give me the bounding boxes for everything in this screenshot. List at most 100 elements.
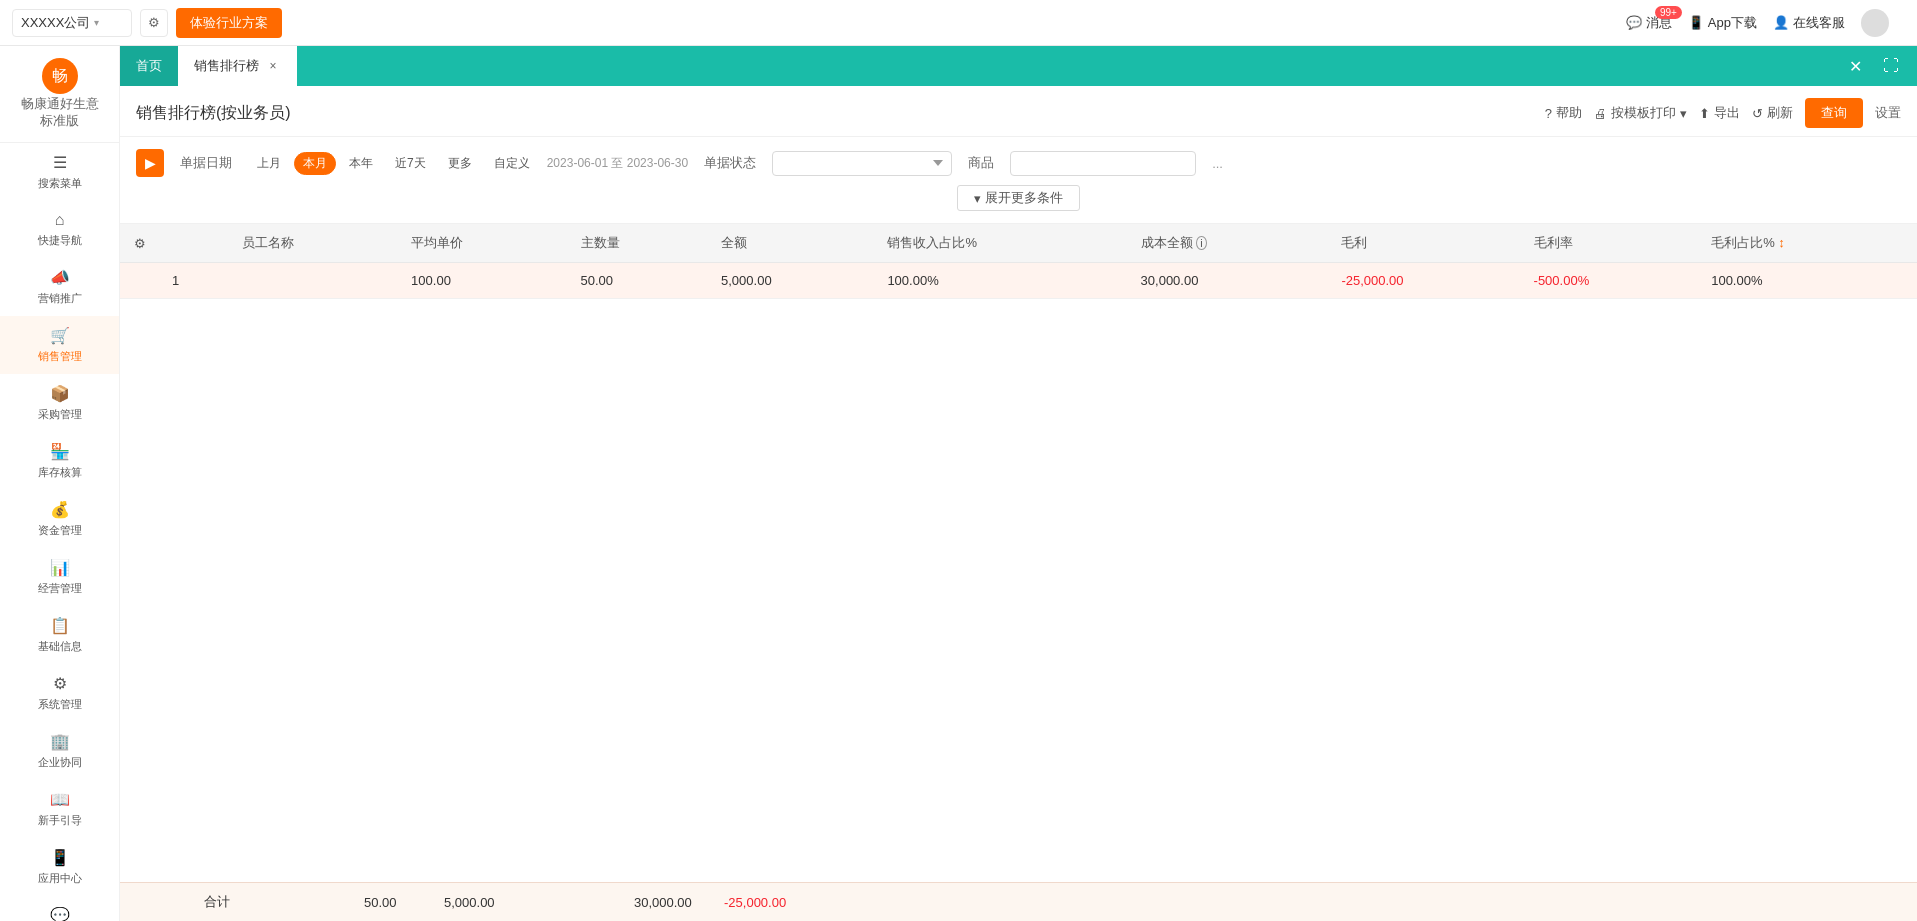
sidebar-item-basic-info[interactable]: 📋 基础信息	[0, 606, 119, 664]
page-content: 销售排行榜(按业务员) ? 帮助 🖨 按模板打印 ▾ ⬆ 导出	[120, 86, 1917, 921]
footer-quantity: 50.00	[352, 895, 432, 910]
sidebar-item-system[interactable]: ⚙ 系统管理	[0, 664, 119, 722]
sidebar-item-label: 资金管理	[38, 523, 82, 538]
col-amount: 全额	[709, 224, 875, 263]
expand-more-row: ▾ 展开更多条件	[136, 185, 1901, 211]
footer-label: 合计	[192, 893, 272, 911]
status-select[interactable]	[772, 151, 952, 176]
tab-home[interactable]: 首页	[120, 46, 178, 86]
footer-cost: 30,000.00	[622, 895, 712, 910]
avatar[interactable]	[1861, 9, 1889, 37]
col-profit: 毛利	[1329, 224, 1521, 263]
tab-bar: 首页 销售排行榜 × ✕ ⛶	[120, 46, 1917, 86]
sidebar-item-guide[interactable]: 📖 新手引导	[0, 780, 119, 838]
print-icon: 🖨	[1594, 106, 1607, 121]
sidebar-item-operations[interactable]: 📊 经营管理	[0, 548, 119, 606]
help-button[interactable]: ? 帮助	[1545, 104, 1582, 122]
date-shortcuts: 上月 本月 本年 近7天 更多 自定义 2023-06-01 至 2023-06…	[248, 152, 688, 175]
this-year-button[interactable]: 本年	[340, 152, 382, 175]
data-table: ⚙ 员工名称 平均单价 主数量 全额 销售收入占比% 成本全额 i 毛利 毛利率…	[120, 224, 1917, 299]
sidebar-item-inventory[interactable]: 🏪 库存核算	[0, 432, 119, 490]
trial-button[interactable]: 体验行业方案	[176, 8, 282, 38]
print-chevron-icon: ▾	[1680, 106, 1687, 121]
sidebar-item-enterprise[interactable]: 🏢 企业协同	[0, 722, 119, 780]
export-label: 导出	[1714, 104, 1740, 122]
row-quantity: 50.00	[569, 263, 709, 299]
last-7-days-button[interactable]: 近7天	[386, 152, 435, 175]
online-service-button[interactable]: 👤 在线客服	[1773, 14, 1845, 32]
filter-arrow-button[interactable]: ▶	[136, 149, 164, 177]
more-date-button[interactable]: 更多	[439, 152, 481, 175]
export-icon: ⬆	[1699, 106, 1710, 121]
table-row: 1 100.00 50.00 5,000.00 100.00% 30,000.0…	[120, 263, 1917, 299]
row-avg-price: 100.00	[399, 263, 568, 299]
app-label: App下载	[1708, 14, 1757, 32]
this-month-button[interactable]: 本月	[294, 152, 336, 175]
tab-maximize-button[interactable]: ⛶	[1877, 52, 1905, 80]
col-name: 员工名称	[230, 224, 399, 263]
sidebar-item-label: 营销推广	[38, 291, 82, 306]
sidebar-item-marketing[interactable]: 📣 营销推广	[0, 258, 119, 316]
page-title: 销售排行榜(按业务员)	[136, 103, 291, 124]
home-tab-label: 首页	[136, 57, 162, 75]
sidebar-item-label: 库存核算	[38, 465, 82, 480]
print-button[interactable]: 🖨 按模板打印 ▾	[1594, 104, 1687, 122]
goods-input[interactable]	[1010, 151, 1196, 176]
sidebar-item-wechat[interactable]: 💬 企业微信	[0, 896, 119, 921]
refresh-icon: ↺	[1752, 106, 1763, 121]
last-month-button[interactable]: 上月	[248, 152, 290, 175]
app-center-icon: 📱	[50, 848, 70, 867]
sidebar-item-label: 销售管理	[38, 349, 82, 364]
tab-sales-ranking[interactable]: 销售排行榜 ×	[178, 46, 297, 86]
sidebar-item-search-order[interactable]: ☰ 搜索菜单	[0, 143, 119, 201]
custom-date-button[interactable]: 自定义	[485, 152, 539, 175]
sidebar-item-sales[interactable]: 🛒 销售管理	[0, 316, 119, 374]
query-button[interactable]: 查询	[1805, 98, 1863, 128]
cost-info-icon[interactable]: i	[1196, 236, 1206, 250]
settings-link[interactable]: 设置	[1875, 104, 1901, 122]
goods-more-button[interactable]: ...	[1212, 156, 1223, 171]
sort-icon[interactable]: ↕	[1778, 235, 1785, 250]
row-cost: 30,000.00	[1129, 263, 1330, 299]
help-label: 帮助	[1556, 104, 1582, 122]
refresh-button[interactable]: ↺ 刷新	[1752, 104, 1793, 122]
sidebar-item-app-center[interactable]: 📱 应用中心	[0, 838, 119, 896]
sidebar-item-label: 系统管理	[38, 697, 82, 712]
page-actions: ? 帮助 🖨 按模板打印 ▾ ⬆ 导出 ↺ 刷新	[1545, 98, 1901, 128]
message-badge: 99+	[1655, 6, 1682, 19]
header-settings-button[interactable]: ⚙	[140, 9, 168, 37]
message-icon: 💬	[1626, 15, 1642, 30]
sidebar-item-label: 经营管理	[38, 581, 82, 596]
marketing-icon: 📣	[50, 268, 70, 287]
sidebar-logo[interactable]: 畅 畅康通好生意 标准版	[0, 46, 119, 143]
expand-more-button[interactable]: ▾ 展开更多条件	[957, 185, 1080, 211]
sidebar-item-quick-nav[interactable]: ⌂ 快捷导航	[0, 201, 119, 258]
inventory-icon: 🏪	[50, 442, 70, 461]
col-profit-rate: 毛利率	[1522, 224, 1700, 263]
top-header: XXXXX公司 ▾ ⚙ 体验行业方案 💬 消息 99+ 📱 App下载 👤 在线…	[0, 0, 1917, 46]
col-settings[interactable]: ⚙	[120, 224, 160, 263]
message-button[interactable]: 💬 消息 99+	[1626, 14, 1672, 32]
tab-right-actions: ✕ ⛶	[1841, 52, 1917, 80]
system-icon: ⚙	[53, 674, 67, 693]
sidebar-item-purchase[interactable]: 📦 采购管理	[0, 374, 119, 432]
tab-close-button[interactable]: ×	[265, 58, 281, 74]
table-area: ⚙ 员工名称 平均单价 主数量 全额 销售收入占比% 成本全额 i 毛利 毛利率…	[120, 224, 1917, 882]
sidebar: 畅 畅康通好生意 标准版 ☰ 搜索菜单 ⌂ 快捷导航 📣 营销推广 🛒 销售管理…	[0, 46, 120, 921]
service-icon: 👤	[1773, 15, 1789, 30]
operations-icon: 📊	[50, 558, 70, 577]
logo-text: 畅康通好生意 标准版	[21, 96, 99, 130]
page-header: 销售排行榜(按业务员) ? 帮助 🖨 按模板打印 ▾ ⬆ 导出	[120, 86, 1917, 137]
logo-icon: 畅	[42, 58, 78, 94]
date-range-text: 2023-06-01 至 2023-06-30	[547, 155, 688, 172]
col-avg-price: 平均单价	[399, 224, 568, 263]
sidebar-item-finance[interactable]: 💰 资金管理	[0, 490, 119, 548]
enterprise-icon: 🏢	[50, 732, 70, 751]
sales-icon: 🛒	[50, 326, 70, 345]
goods-label: 商品	[968, 154, 994, 172]
tab-close-window-button[interactable]: ✕	[1841, 52, 1869, 80]
app-download-button[interactable]: 📱 App下载	[1688, 14, 1757, 32]
company-selector[interactable]: XXXXX公司 ▾	[12, 9, 132, 37]
search-order-icon: ☰	[53, 153, 67, 172]
export-button[interactable]: ⬆ 导出	[1699, 104, 1740, 122]
